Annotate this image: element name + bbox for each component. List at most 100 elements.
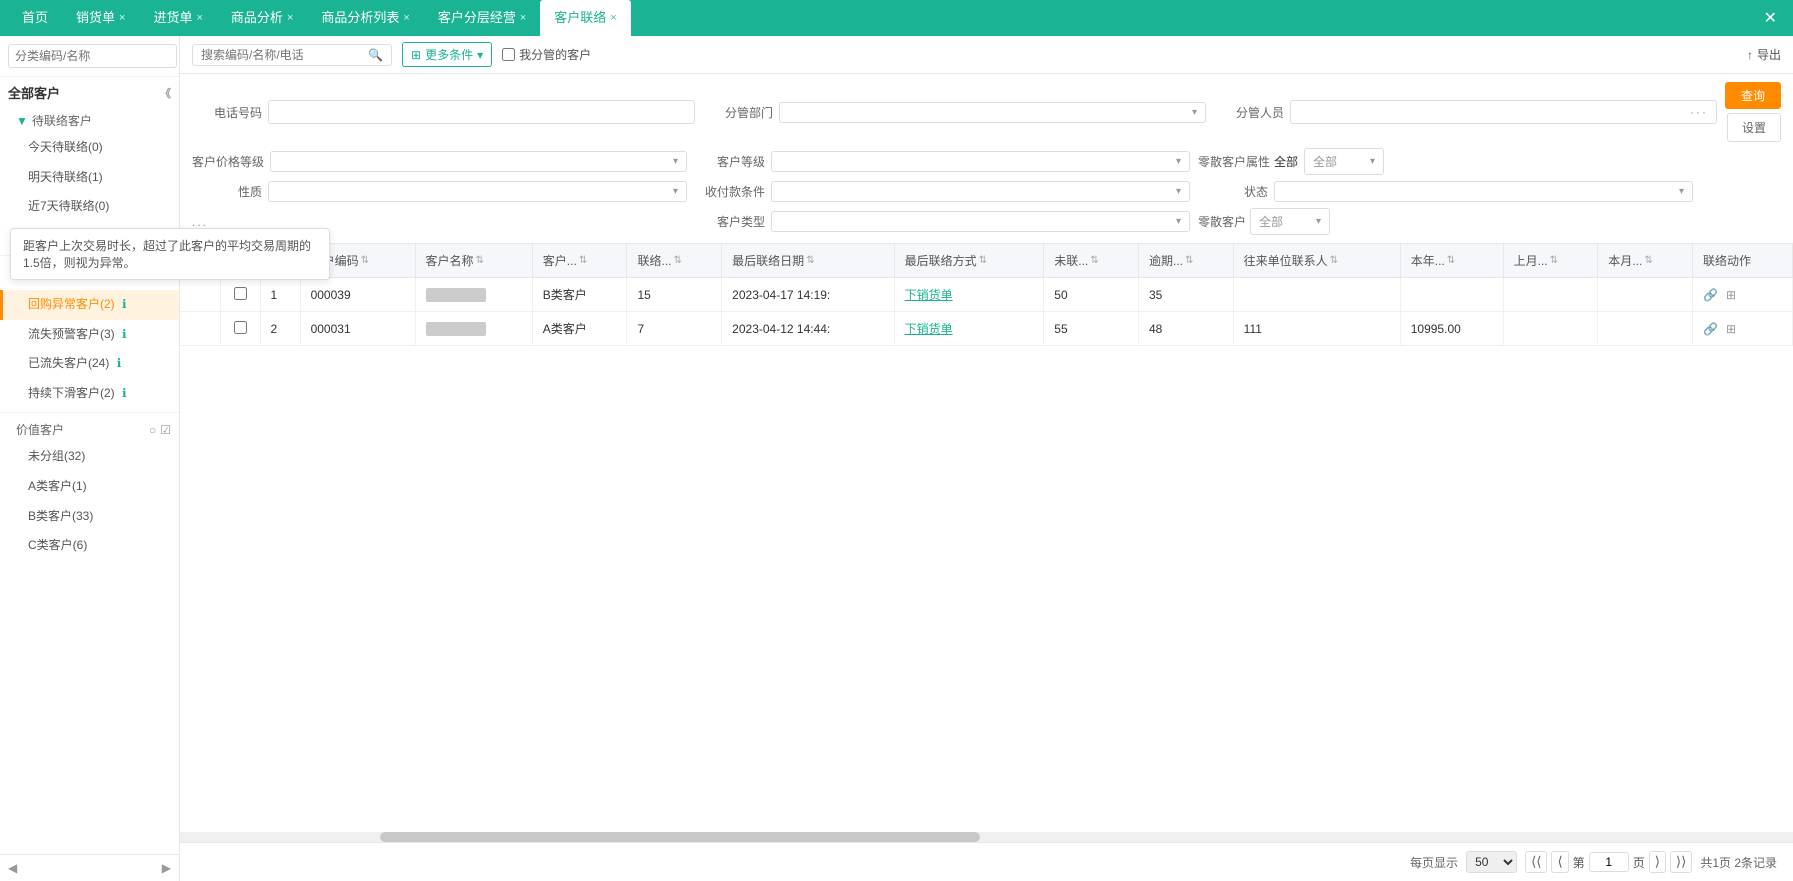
settings-button[interactable]: 设置 xyxy=(1727,113,1781,142)
row4-dots[interactable]: ... xyxy=(192,215,208,229)
nav-close-purchase[interactable]: × xyxy=(196,0,202,36)
nav-product-analysis-list[interactable]: 商品分析列表 × xyxy=(307,0,423,36)
sidebar-item-churn-warning[interactable]: 流失预警客户(3) ℹ xyxy=(0,320,179,350)
row2-grid-icon[interactable]: ⊞ xyxy=(1726,322,1736,336)
col-contact[interactable]: 联络...⇅ xyxy=(627,244,722,278)
row1-last-month xyxy=(1503,278,1598,312)
sidebar-all-customers[interactable]: 全部客户 《 xyxy=(0,77,179,108)
filter-field-customer-grade: 客户等级 ▾ xyxy=(695,151,1190,172)
filter-more-conditions[interactable]: ⊞ 更多条件 ▾ xyxy=(402,42,492,67)
table-row: 1 000039 B类客户 15 2023-04-17 14:19: 下销货单 … xyxy=(180,278,1793,312)
col-last-month[interactable]: 上月...⇅ xyxy=(1503,244,1598,278)
sidebar-item-today[interactable]: 今天待联络(0) xyxy=(0,133,179,163)
prev-page-btn[interactable]: ⟨ xyxy=(1551,851,1568,873)
row1-action-icons: 🔗 ⊞ xyxy=(1703,288,1782,302)
row1-checkbox[interactable] xyxy=(220,278,260,312)
dept-select[interactable]: ▾ xyxy=(779,102,1206,123)
row2-name-blur xyxy=(426,322,486,336)
sidebar-item-declining[interactable]: 持续下滑客户(2) ℹ xyxy=(0,379,179,409)
filter-field-phone: 电话号码 xyxy=(192,100,695,124)
content-area: 距客户上次交易时长，超过了此客户的平均交易周期的1.5倍，则视为异常。 🔍 ⊞ … xyxy=(180,36,1793,881)
nav-customer-segment[interactable]: 客户分层经营 × xyxy=(424,0,540,36)
col-unit-contact[interactable]: 往来单位联系人⇅ xyxy=(1233,244,1400,278)
nav-customer-contact[interactable]: 客户联络 × xyxy=(540,0,630,36)
col-this-year[interactable]: 本年...⇅ xyxy=(1400,244,1503,278)
sidebar-item-ungrouped[interactable]: 未分组(32) xyxy=(0,442,179,472)
row2-last-contact-method[interactable]: 下销货单 xyxy=(894,312,1044,346)
col-last-contact-method[interactable]: 最后联络方式⇅ xyxy=(894,244,1044,278)
col-name[interactable]: 客户名称⇅ xyxy=(415,244,532,278)
customer-grade-select[interactable]: ▾ xyxy=(771,151,1190,172)
sidebar-value-group[interactable]: 价值客户 ○ ☑ xyxy=(0,417,179,442)
last-page-btn[interactable]: ⟩⟩ xyxy=(1670,851,1692,873)
row2-name xyxy=(415,312,532,346)
status-select[interactable]: ▾ xyxy=(1274,181,1693,202)
payment-label: 收付款条件 xyxy=(695,183,765,200)
nav-sales-order[interactable]: 销货单 × xyxy=(62,0,139,36)
retail-customer-select[interactable]: 全部 ▾ xyxy=(1250,208,1330,235)
col-level[interactable]: 客户...⇅ xyxy=(532,244,627,278)
nav-close-product-analysis[interactable]: × xyxy=(287,0,293,36)
nature-select[interactable]: ▾ xyxy=(268,181,687,202)
nav-close-sales[interactable]: × xyxy=(119,0,125,36)
sidebar-item-class-a[interactable]: A类客户(1) xyxy=(0,472,179,502)
col-uncontacted[interactable]: 未联...⇅ xyxy=(1044,244,1139,278)
row1-unit-contact xyxy=(1233,278,1400,312)
window-close-button[interactable]: ✕ xyxy=(1756,8,1785,28)
row1-last-contact-method[interactable]: 下销货单 xyxy=(894,278,1044,312)
nav-close-contact[interactable]: × xyxy=(610,0,616,36)
customer-type-select[interactable]: ▾ xyxy=(771,211,1190,232)
check-icon[interactable]: ☑ xyxy=(160,423,171,437)
query-button[interactable]: 查询 xyxy=(1725,82,1781,109)
nav-close-product-list[interactable]: × xyxy=(403,0,409,36)
first-page-btn[interactable]: ⟨⟨ xyxy=(1525,851,1547,873)
nav-home[interactable]: 首页 xyxy=(8,0,62,36)
horizontal-scrollbar[interactable] xyxy=(180,832,1793,842)
filter-icon: ⊞ xyxy=(411,48,421,62)
col-overdue[interactable]: 逾期...⇅ xyxy=(1138,244,1233,278)
filter-field-status: 状态 ▾ xyxy=(1198,181,1693,202)
col-last-contact-date[interactable]: 最后联络日期⇅ xyxy=(722,244,894,278)
sidebar-item-churned[interactable]: 已流失客户(24) ℹ xyxy=(0,349,179,379)
scroll-left-icon[interactable]: ◀ xyxy=(8,861,17,875)
row1-grid-icon[interactable]: ⊞ xyxy=(1726,288,1736,302)
sidebar-item-repurchase-abnormal[interactable]: 回购异常客户(2) ℹ xyxy=(0,290,179,320)
filter-row-4: ... 客户类型 ▾ 零散客户 全部 ▾ xyxy=(192,208,1781,235)
col-this-month[interactable]: 本月...⇅ xyxy=(1598,244,1693,278)
my-customers-checkbox[interactable] xyxy=(502,48,515,61)
value-group-edit-icons: ○ ☑ xyxy=(149,423,171,437)
scrollbar-thumb[interactable] xyxy=(380,832,980,842)
payment-select[interactable]: ▾ xyxy=(771,181,1190,202)
sidebar-item-class-c[interactable]: C类客户(6) xyxy=(0,531,179,561)
row1-index: 1 xyxy=(260,278,300,312)
phone-input[interactable] xyxy=(268,100,695,124)
filter-search-input[interactable] xyxy=(201,48,368,62)
price-grade-select[interactable]: ▾ xyxy=(270,151,687,172)
collapse-icon: 《 xyxy=(160,85,171,101)
sidebar-item-class-b[interactable]: B类客户(33) xyxy=(0,502,179,532)
scroll-right-icon[interactable]: ▶ xyxy=(162,861,171,875)
nav-product-analysis[interactable]: 商品分析 × xyxy=(217,0,307,36)
sort-date-icon: ⇅ xyxy=(806,255,814,266)
export-button[interactable]: ↑ 导出 xyxy=(1747,46,1781,63)
page-input[interactable] xyxy=(1589,852,1629,872)
retail-attr-select[interactable]: 全部 ▾ xyxy=(1304,148,1384,175)
row1-link-icon[interactable]: 🔗 xyxy=(1703,288,1718,302)
next-page-btn[interactable]: ⟩ xyxy=(1649,851,1666,873)
sidebar-item-7days[interactable]: 近7天待联络(0) xyxy=(0,192,179,222)
person-dots-icon[interactable]: ··· xyxy=(1690,105,1708,119)
nav-close-segment[interactable]: × xyxy=(520,0,526,36)
page-navigation: ⟨⟨ ⟨ 第 页 ⟩ ⟩⟩ xyxy=(1525,851,1692,873)
sidebar-group-pending[interactable]: ▼ 待联络客户 xyxy=(0,108,179,133)
sort-contact-icon: ⇅ xyxy=(674,255,682,266)
per-page-select[interactable]: 50 100 200 xyxy=(1466,851,1517,873)
search-icon[interactable]: 🔍 xyxy=(368,48,383,62)
sidebar-item-tomorrow[interactable]: 明天待联络(1) xyxy=(0,163,179,193)
row2-link-icon[interactable]: 🔗 xyxy=(1703,322,1718,336)
circle-icon[interactable]: ○ xyxy=(149,423,156,437)
row2-checkbox[interactable] xyxy=(220,312,260,346)
filter-field-retail-attr: 零散客户属性 全部 全部 ▾ xyxy=(1198,148,1693,175)
filter-field-payment: 收付款条件 ▾ xyxy=(695,181,1190,202)
sidebar-search-input[interactable] xyxy=(8,44,177,68)
nav-purchase-order[interactable]: 进货单 × xyxy=(139,0,216,36)
